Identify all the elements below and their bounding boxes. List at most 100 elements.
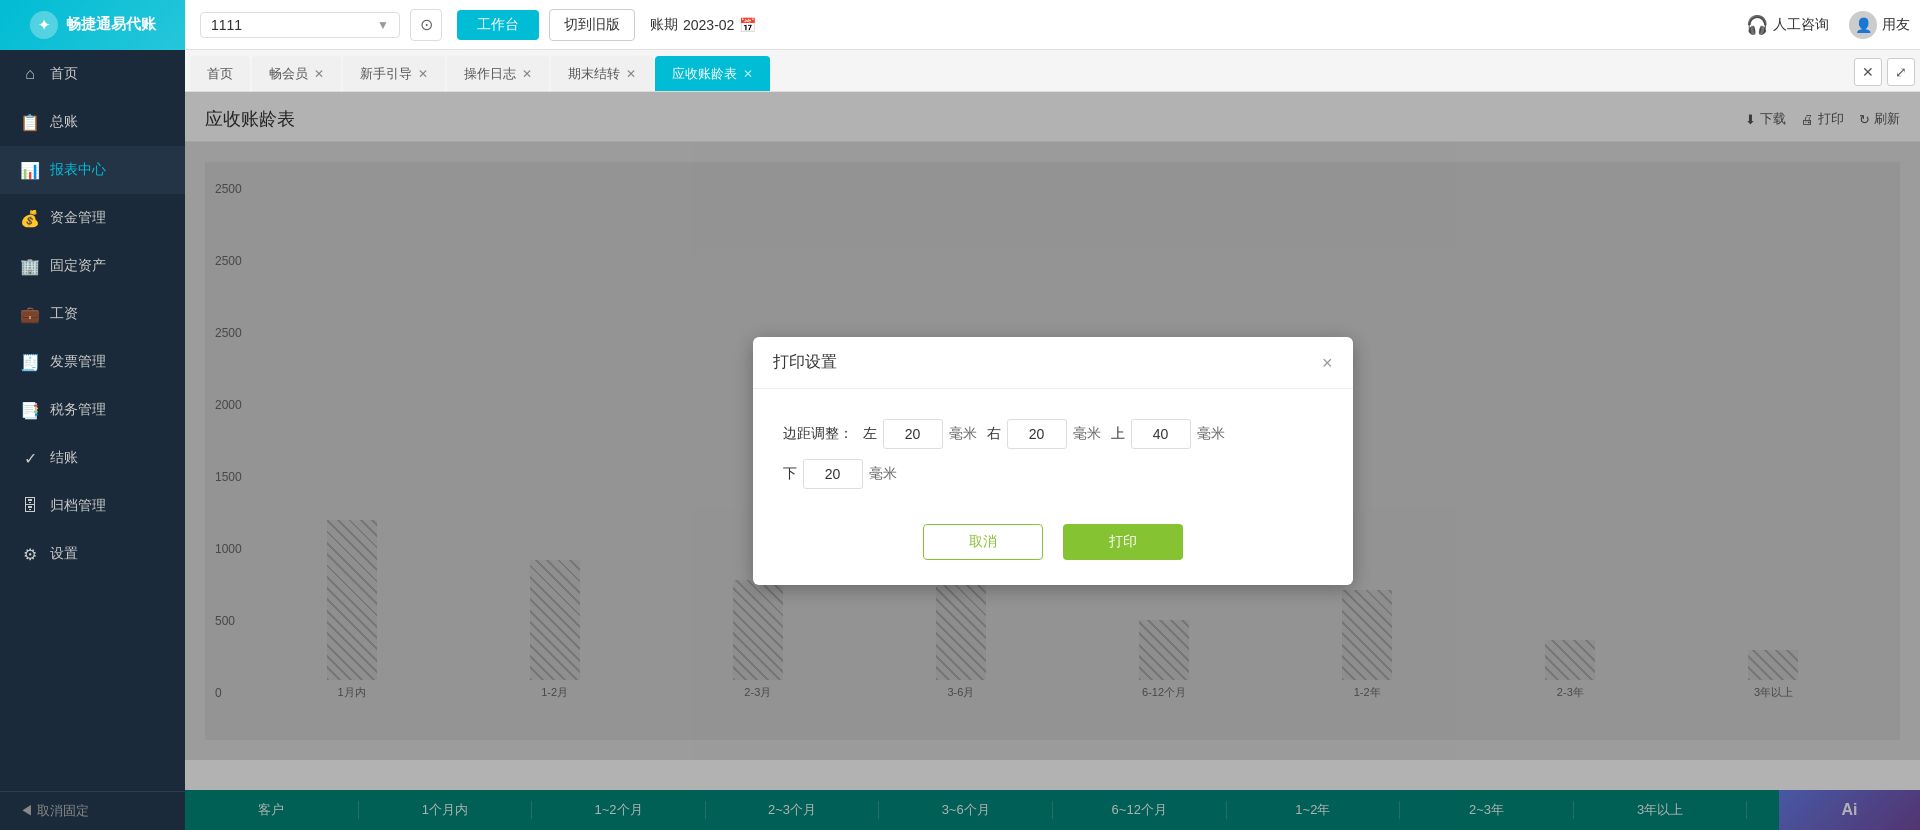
bottom-unit-label: 毫米 <box>869 465 897 483</box>
tab-label-ar_aging: 应收账龄表 <box>672 65 737 83</box>
sidebar-item-home[interactable]: ⌂ 首页 <box>0 50 185 98</box>
logo-icon: ✦ <box>30 11 58 39</box>
tax-icon: 📑 <box>20 400 40 420</box>
right-margin-input[interactable] <box>1007 419 1067 449</box>
settings-icon: ⚙ <box>20 544 40 564</box>
copy-button[interactable]: ⊙ <box>410 9 442 41</box>
top-header: ✦ 畅捷通易代账 1111 ▼ ⊙ 工作台 切到旧版 账期 2023-02 📅 … <box>0 0 1920 50</box>
sidebar-item-funds[interactable]: 💰 资金管理 <box>0 194 185 242</box>
sidebar-item-reports[interactable]: 📊 报表中心 <box>0 146 185 194</box>
page-content: 应收账龄表 ⬇ 下载 🖨 打印 ↻ 刷新 <box>185 92 1920 830</box>
reports-icon: 📊 <box>20 160 40 180</box>
funds-label: 资金管理 <box>50 209 106 227</box>
right-direction-label: 右 <box>987 425 1001 443</box>
sidebar-item-ledger[interactable]: 📋 总账 <box>0 98 185 146</box>
tab-label-membership: 畅会员 <box>269 65 308 83</box>
period-label: 账期 <box>650 16 678 34</box>
period-value: 2023-02 <box>683 17 734 33</box>
bottom-margin-input[interactable] <box>803 459 863 489</box>
cancel-button[interactable]: 取消 <box>923 524 1043 560</box>
period-calendar-icon[interactable]: 📅 <box>739 17 756 33</box>
invoice-label: 发票管理 <box>50 353 106 371</box>
left-margin-input[interactable] <box>883 419 943 449</box>
sidebar: ⌂ 首页 📋 总账 📊 报表中心 💰 资金管理 🏢 固定资产 💼 工资 🧾 发票… <box>0 50 185 830</box>
settings-label: 设置 <box>50 545 78 563</box>
top-margin-group: 上 毫米 <box>1111 419 1225 449</box>
right-unit-label: 毫米 <box>1073 425 1101 443</box>
sidebar-item-tax[interactable]: 📑 税务管理 <box>0 386 185 434</box>
tab-ar_aging[interactable]: 应收账龄表 ✕ <box>655 56 770 91</box>
tax-label: 税务管理 <box>50 401 106 419</box>
company-dropdown-icon: ▼ <box>377 18 389 32</box>
tab-membership[interactable]: 畅会员 ✕ <box>252 56 341 91</box>
user-avatar: 👤 <box>1849 11 1877 39</box>
content-area: 首页 畅会员 ✕ 新手引导 ✕ 操作日志 ✕ 期末结转 ✕ 应收账龄表 ✕ ✕ ⤢ 应收账龄表 ⬇ … <box>185 50 1920 830</box>
margin-row: 边距调整： 左 毫米 右 毫米 <box>783 419 1323 489</box>
assets-icon: 🏢 <box>20 256 40 276</box>
copy-icon: ⊙ <box>420 15 433 34</box>
sidebar-collapse-label: ◀ 取消固定 <box>20 802 89 820</box>
archive-icon: 🗄 <box>20 496 40 516</box>
logo-text: 畅捷通易代账 <box>66 15 156 34</box>
tab-label-oplog: 操作日志 <box>464 65 516 83</box>
sidebar-item-settings[interactable]: ⚙ 设置 <box>0 530 185 578</box>
tab-label-period_end: 期末结转 <box>568 65 620 83</box>
tab-maximize-button[interactable]: ⤢ <box>1887 58 1915 86</box>
user-menu[interactable]: 👤 用友 <box>1849 11 1910 39</box>
header-right: 🎧 人工咨询 👤 用友 <box>1746 11 1910 39</box>
ledger-label: 总账 <box>50 113 78 131</box>
user-label: 用友 <box>1882 16 1910 34</box>
ledger-icon: 📋 <box>20 112 40 132</box>
modal-title: 打印设置 <box>773 352 1322 373</box>
top-direction-label: 上 <box>1111 425 1125 443</box>
company-selector[interactable]: 1111 ▼ <box>200 12 400 38</box>
invoice-icon: 🧾 <box>20 352 40 372</box>
left-direction-label: 左 <box>863 425 877 443</box>
consult-icon: 🎧 <box>1746 14 1768 36</box>
top-unit-label: 毫米 <box>1197 425 1225 443</box>
archive-label: 归档管理 <box>50 497 106 515</box>
tab-oplog[interactable]: 操作日志 ✕ <box>447 56 549 91</box>
modal-footer: 取消 打印 <box>753 509 1353 585</box>
print-settings-modal: 打印设置 × 边距调整： 左 毫米 右 <box>753 337 1353 585</box>
tab-label-guide: 新手引导 <box>360 65 412 83</box>
tab-close-guide[interactable]: ✕ <box>418 68 428 80</box>
sidebar-item-archive[interactable]: 🗄 归档管理 <box>0 482 185 530</box>
home-label: 首页 <box>50 65 78 83</box>
period-display: 账期 2023-02 📅 <box>650 16 756 34</box>
workbench-button[interactable]: 工作台 <box>457 10 539 40</box>
assets-label: 固定资产 <box>50 257 106 275</box>
consult-label: 人工咨询 <box>1773 16 1829 34</box>
main-layout: ⌂ 首页 📋 总账 📊 报表中心 💰 资金管理 🏢 固定资产 💼 工资 🧾 发票… <box>0 50 1920 830</box>
tab-label-home: 首页 <box>207 65 233 83</box>
consult-button[interactable]: 🎧 人工咨询 <box>1746 14 1829 36</box>
sidebar-item-checkout[interactable]: ✓ 结账 <box>0 434 185 482</box>
tab-close-oplog[interactable]: ✕ <box>522 68 532 80</box>
salary-icon: 💼 <box>20 304 40 324</box>
tab-guide[interactable]: 新手引导 ✕ <box>343 56 445 91</box>
tabs-right-actions: ✕ ⤢ <box>1854 58 1915 91</box>
sidebar-item-assets[interactable]: 🏢 固定资产 <box>0 242 185 290</box>
modal-header: 打印设置 × <box>753 337 1353 389</box>
checkout-label: 结账 <box>50 449 78 467</box>
tab-close-membership[interactable]: ✕ <box>314 68 324 80</box>
reports-label: 报表中心 <box>50 161 106 179</box>
sidebar-scroll: ⌂ 首页 📋 总账 📊 报表中心 💰 资金管理 🏢 固定资产 💼 工资 🧾 发票… <box>0 50 185 791</box>
tab-close-period_end[interactable]: ✕ <box>626 68 636 80</box>
tab-close-button[interactable]: ✕ <box>1854 58 1882 86</box>
funds-icon: 💰 <box>20 208 40 228</box>
bottom-margin-group: 下 毫米 <box>783 459 897 489</box>
salary-label: 工资 <box>50 305 78 323</box>
sidebar-collapse[interactable]: ◀ 取消固定 <box>0 791 185 830</box>
top-margin-input[interactable] <box>1131 419 1191 449</box>
margin-label: 边距调整： <box>783 425 853 443</box>
tab-period_end[interactable]: 期末结转 ✕ <box>551 56 653 91</box>
tab-close-ar_aging[interactable]: ✕ <box>743 68 753 80</box>
sidebar-item-salary[interactable]: 💼 工资 <box>0 290 185 338</box>
switch-old-button[interactable]: 切到旧版 <box>549 9 635 41</box>
modal-close-button[interactable]: × <box>1322 354 1333 372</box>
tab-home[interactable]: 首页 <box>190 56 250 91</box>
left-unit-label: 毫米 <box>949 425 977 443</box>
sidebar-item-invoice[interactable]: 🧾 发票管理 <box>0 338 185 386</box>
confirm-print-button[interactable]: 打印 <box>1063 524 1183 560</box>
